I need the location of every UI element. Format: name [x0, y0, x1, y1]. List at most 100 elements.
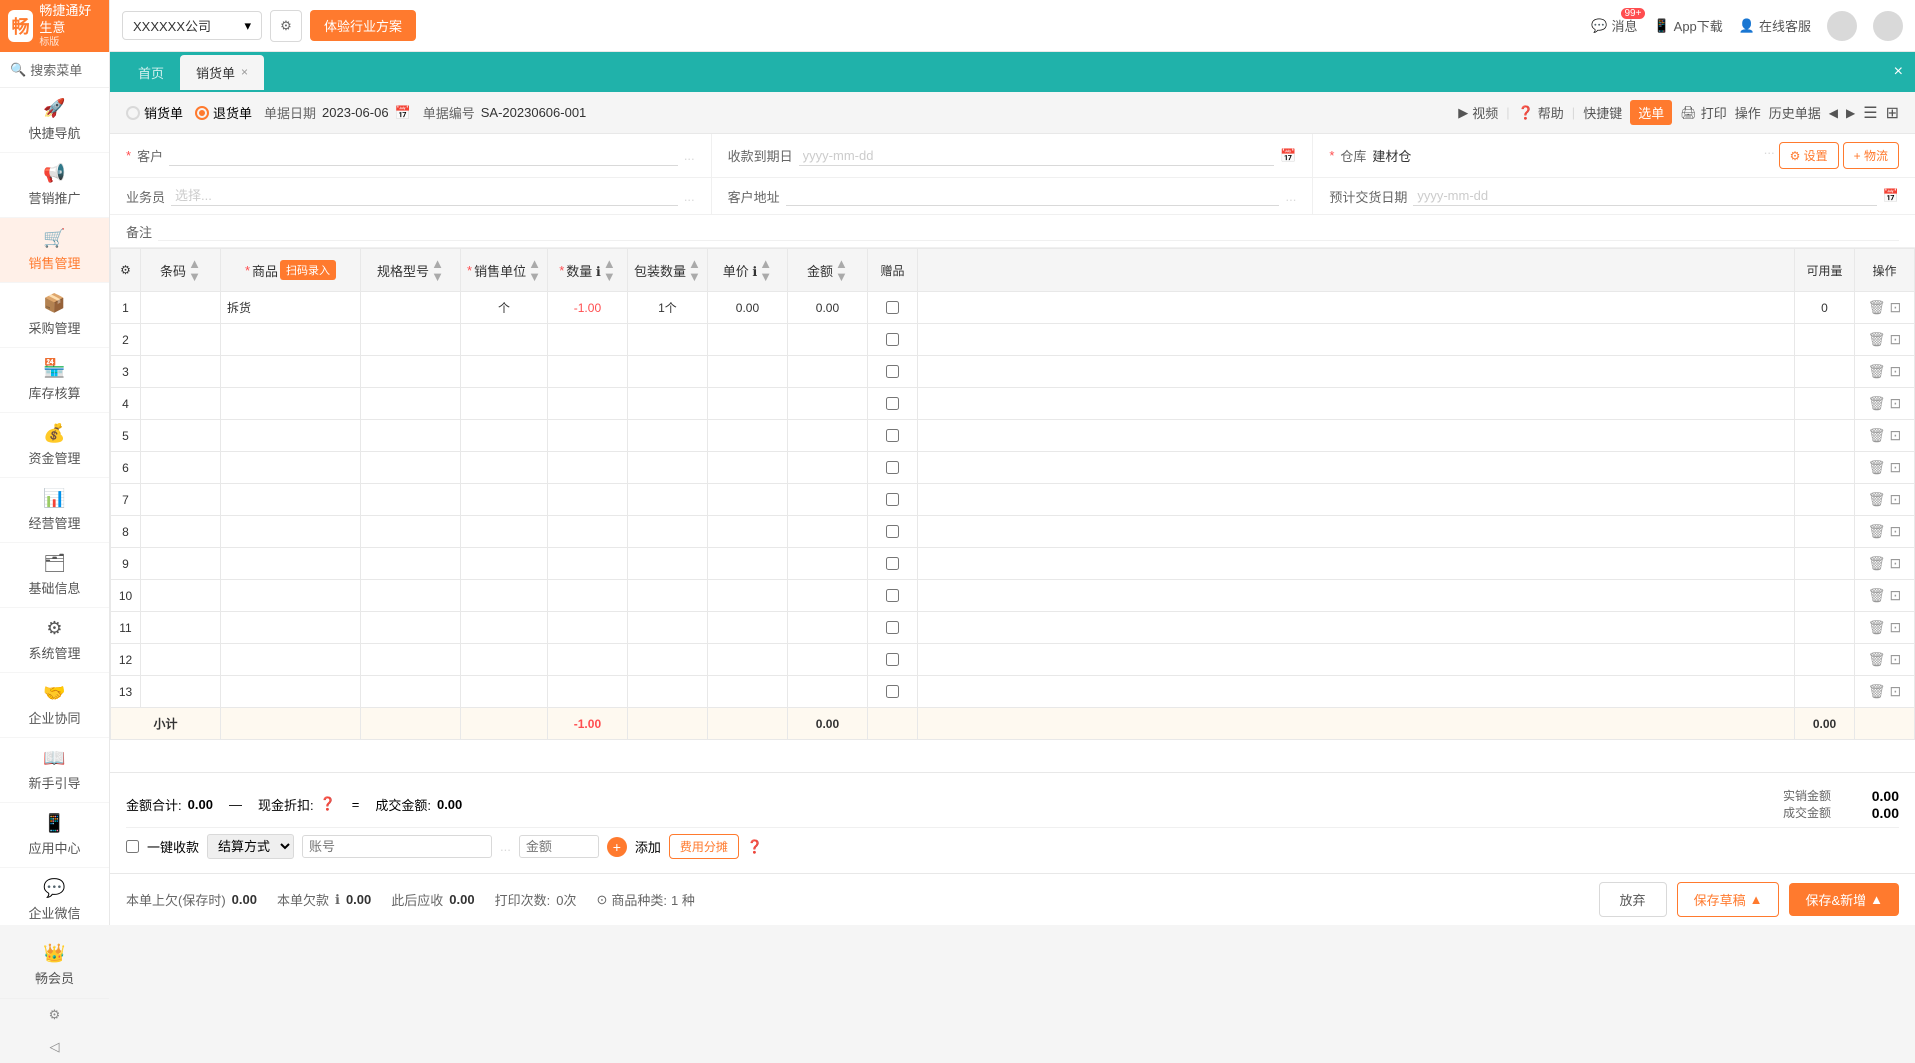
row-product-13[interactable]	[221, 676, 361, 708]
fapiao-btn[interactable]: 费用分摊	[669, 834, 739, 859]
save-draft-button[interactable]: 保存草稿 ▲	[1677, 882, 1780, 917]
row-gift-1[interactable]	[867, 292, 917, 324]
row-product-6[interactable]	[221, 452, 361, 484]
abandon-button[interactable]: 放弃	[1599, 882, 1667, 917]
row-price-3[interactable]	[707, 356, 787, 388]
row-amount-4[interactable]	[787, 388, 867, 420]
next-btn[interactable]: ▶	[1846, 106, 1855, 120]
calendar-icon-2[interactable]: 📅	[1280, 148, 1296, 164]
row-amount-5[interactable]	[787, 420, 867, 452]
row-pkg-qty-7[interactable]	[627, 484, 707, 516]
row-amount-6[interactable]	[787, 452, 867, 484]
delete-btn-11[interactable]: 🗑	[1868, 619, 1886, 636]
row-gift-8[interactable]	[867, 516, 917, 548]
row-unit-11[interactable]	[461, 612, 548, 644]
logistics-btn[interactable]: + 物流	[1843, 142, 1899, 169]
row-amount-12[interactable]	[787, 644, 867, 676]
row-unit-6[interactable]	[461, 452, 548, 484]
tab-home[interactable]: 首页	[122, 55, 180, 90]
row-price-1[interactable]: 0.00	[707, 292, 787, 324]
row-barcode-1[interactable]	[141, 292, 221, 324]
row-spec-13[interactable]	[361, 676, 461, 708]
row-barcode-12[interactable]	[141, 644, 221, 676]
message-btn[interactable]: 💬 消息 99+	[1591, 16, 1637, 35]
copy-btn-1[interactable]: ⊡	[1890, 299, 1902, 316]
row-spec-2[interactable]	[361, 324, 461, 356]
copy-btn-8[interactable]: ⊡	[1890, 523, 1902, 540]
row-price-7[interactable]	[707, 484, 787, 516]
row-qty-12[interactable]	[547, 644, 627, 676]
sidebar-item-1[interactable]: 🚀快捷导航	[0, 88, 109, 153]
delete-btn-4[interactable]: 🗑	[1868, 395, 1886, 412]
row-amount-7[interactable]	[787, 484, 867, 516]
row-barcode-6[interactable]	[141, 452, 221, 484]
delete-btn-3[interactable]: 🗑	[1868, 363, 1886, 380]
row-amount-8[interactable]	[787, 516, 867, 548]
row-gift-3[interactable]	[867, 356, 917, 388]
customer-dots[interactable]: ...	[684, 148, 695, 163]
row-qty-11[interactable]	[547, 612, 627, 644]
shortcut-btn[interactable]: 快捷键	[1583, 103, 1622, 122]
row-qty-3[interactable]	[547, 356, 627, 388]
copy-btn-13[interactable]: ⊡	[1890, 683, 1902, 700]
row-amount-10[interactable]	[787, 580, 867, 612]
sidebar-item-6[interactable]: 💰资金管理	[0, 413, 109, 478]
row-barcode-5[interactable]	[141, 420, 221, 452]
delete-btn-9[interactable]: 🗑	[1868, 555, 1886, 572]
save-new-button[interactable]: 保存&新增 ▲	[1789, 883, 1899, 916]
due-date-input[interactable]	[799, 146, 1274, 166]
row-price-11[interactable]	[707, 612, 787, 644]
row-unit-12[interactable]	[461, 644, 548, 676]
row-pkg-qty-9[interactable]	[627, 548, 707, 580]
copy-btn-7[interactable]: ⊡	[1890, 491, 1902, 508]
row-price-10[interactable]	[707, 580, 787, 612]
row-product-2[interactable]	[221, 324, 361, 356]
row-product-9[interactable]	[221, 548, 361, 580]
row-amount-3[interactable]	[787, 356, 867, 388]
delete-btn-6[interactable]: 🗑	[1868, 459, 1886, 476]
question-icon[interactable]: ❓	[320, 796, 336, 812]
row-unit-2[interactable]	[461, 324, 548, 356]
row-product-4[interactable]	[221, 388, 361, 420]
row-price-2[interactable]	[707, 324, 787, 356]
debt-icon[interactable]: ℹ	[335, 892, 340, 908]
sidebar-footer-settings[interactable]: ⚙	[0, 999, 109, 1031]
grid-view-btn[interactable]: ⊞	[1886, 103, 1899, 123]
row-qty-1[interactable]: -1.00	[547, 292, 627, 324]
row-qty-6[interactable]	[547, 452, 627, 484]
online-service-btn[interactable]: 👤 在线客服	[1739, 16, 1811, 35]
row-spec-8[interactable]	[361, 516, 461, 548]
row-unit-8[interactable]	[461, 516, 548, 548]
row-product-7[interactable]	[221, 484, 361, 516]
add-payment-btn[interactable]: +	[607, 837, 627, 857]
app-download-btn[interactable]: 📱 App下载	[1653, 16, 1722, 35]
row-barcode-7[interactable]	[141, 484, 221, 516]
operate-btn[interactable]: 操作	[1735, 103, 1761, 122]
account-input[interactable]	[302, 835, 492, 858]
row-pkg-qty-2[interactable]	[627, 324, 707, 356]
row-unit-1[interactable]: 个	[461, 292, 548, 324]
row-unit-3[interactable]	[461, 356, 548, 388]
row-product-1[interactable]: 拆货	[221, 292, 361, 324]
radio-sales[interactable]: 销货单	[126, 103, 183, 122]
row-product-5[interactable]	[221, 420, 361, 452]
sidebar-item-3[interactable]: 🛒销售管理	[0, 218, 109, 283]
row-spec-9[interactable]	[361, 548, 461, 580]
sidebar-item-13[interactable]: 💬企业微信	[0, 868, 109, 933]
row-pkg-qty-10[interactable]	[627, 580, 707, 612]
list-view-btn[interactable]: ☰	[1863, 103, 1877, 123]
trial-button[interactable]: 体验行业方案	[310, 10, 416, 41]
row-barcode-10[interactable]	[141, 580, 221, 612]
tab-close-all[interactable]: ×	[1894, 63, 1903, 81]
delete-btn-7[interactable]: 🗑	[1868, 491, 1886, 508]
row-barcode-2[interactable]	[141, 324, 221, 356]
sidebar-item-2[interactable]: 📢营销推广	[0, 153, 109, 218]
select-btn[interactable]: 选单	[1630, 100, 1672, 125]
row-spec-1[interactable]	[361, 292, 461, 324]
row-barcode-4[interactable]	[141, 388, 221, 420]
sidebar-item-7[interactable]: 📊经营管理	[0, 478, 109, 543]
copy-btn-11[interactable]: ⊡	[1890, 619, 1902, 636]
row-gift-13[interactable]	[867, 676, 917, 708]
row-spec-3[interactable]	[361, 356, 461, 388]
row-pkg-qty-11[interactable]	[627, 612, 707, 644]
